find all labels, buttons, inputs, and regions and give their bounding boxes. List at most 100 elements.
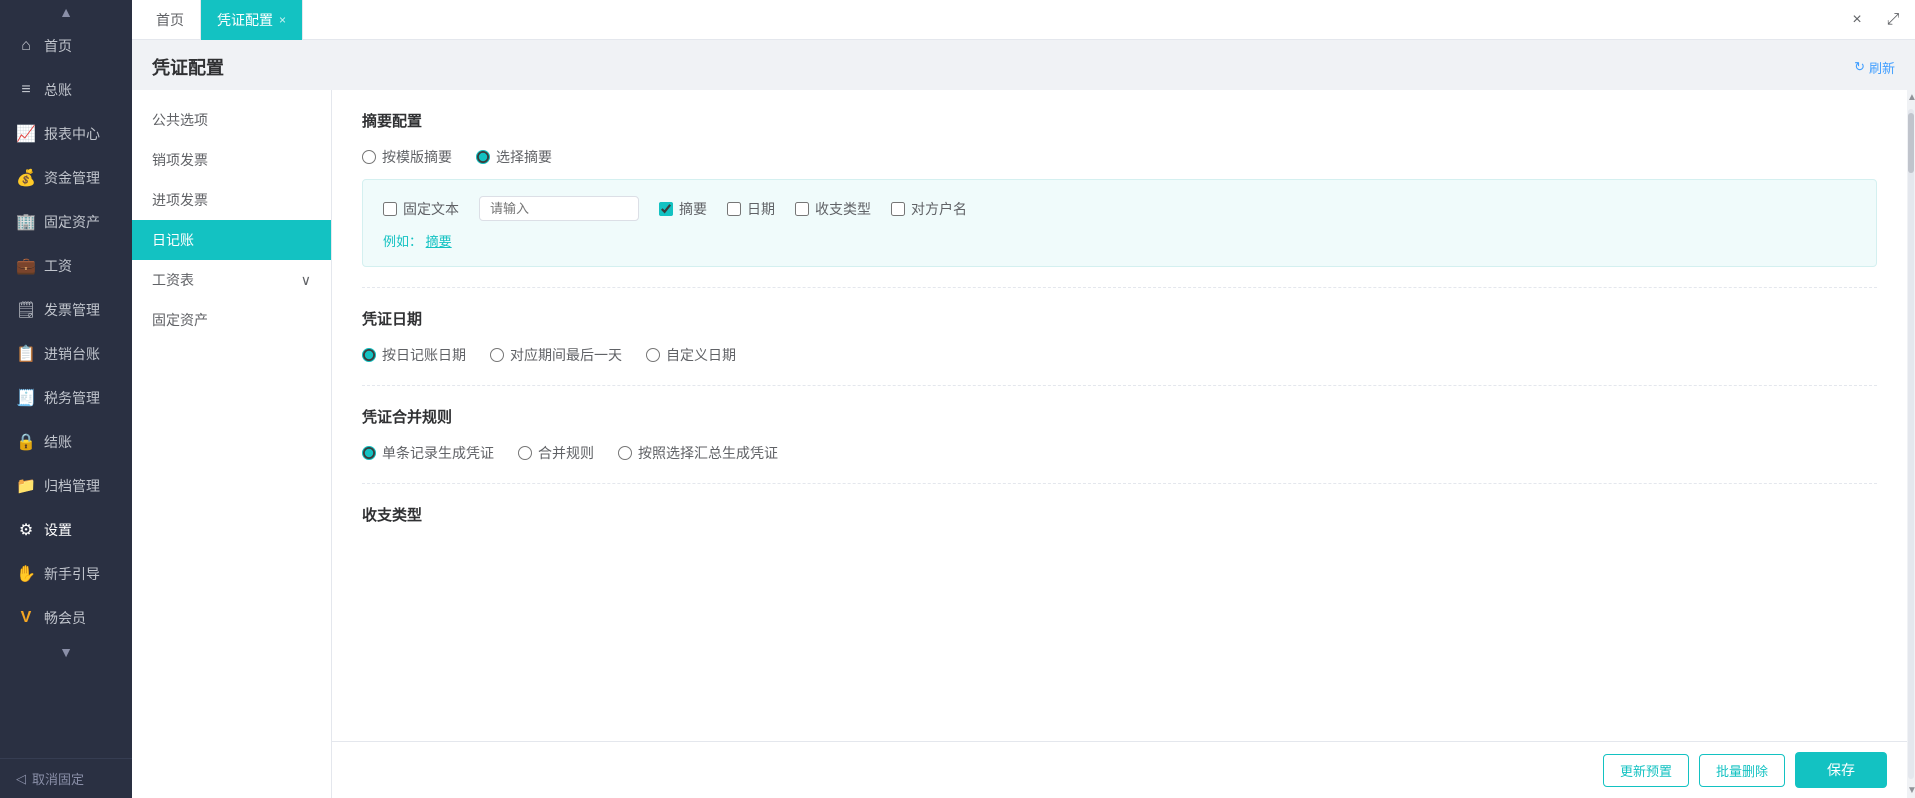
left-nav-purchase-inv[interactable]: 进项发票 [132, 180, 331, 220]
sidebar-item-purchase[interactable]: 📋 进销台账 [0, 332, 132, 376]
radio-select-merge-input[interactable] [618, 446, 632, 460]
radio-diary-date-input[interactable] [362, 348, 376, 362]
left-nav-public[interactable]: 公共选项 [132, 100, 331, 140]
summary-checkbox[interactable] [659, 202, 673, 216]
left-nav-sales[interactable]: 销项发票 [132, 140, 331, 180]
tab-voucher-config[interactable]: 凭证配置 × [201, 0, 303, 40]
example-prefix: 例如： [383, 234, 422, 249]
merge-radio-merge[interactable]: 合并规则 [518, 443, 594, 463]
home-icon: ⌂ [16, 37, 36, 55]
radio-single-label: 单条记录生成凭证 [382, 443, 494, 463]
sidebar-item-tax[interactable]: 🧾 税务管理 [0, 376, 132, 420]
left-nav: 公共选项 销项发票 进项发票 日记账 工资表 ∨ 固定资产 [132, 90, 332, 798]
vip-icon: V [16, 609, 36, 627]
summary-config-title: 摘要配置 [362, 110, 1877, 131]
sidebar-item-label: 归档管理 [44, 476, 100, 496]
merge-radio-single[interactable]: 单条记录生成凭证 [362, 443, 494, 463]
voucher-date-radio-diary[interactable]: 按日记账日期 [362, 345, 466, 365]
summary-checkbox-label: 摘要 [679, 199, 707, 219]
summary-radio-select[interactable]: 选择摘要 [476, 147, 552, 167]
assets-icon: 🏢 [16, 212, 36, 232]
sidebar-item-guide[interactable]: ✋ 新手引导 [0, 552, 132, 596]
sidebar-item-label: 固定资产 [44, 212, 100, 232]
fixed-text-input[interactable] [479, 196, 639, 221]
sidebar-item-assets[interactable]: 🏢 固定资产 [0, 200, 132, 244]
radio-single-input[interactable] [362, 446, 376, 460]
refresh-button[interactable]: ↻ 刷新 [1854, 58, 1895, 77]
voucher-date-radio-custom[interactable]: 自定义日期 [646, 345, 736, 365]
left-nav-salary-table[interactable]: 工资表 ∨ [132, 260, 331, 300]
sidebar-item-label: 报表中心 [44, 124, 100, 144]
counterparty-checkbox-label: 对方户名 [911, 199, 967, 219]
radio-template-input[interactable] [362, 150, 376, 164]
sidebar-item-salary[interactable]: 💼 工资 [0, 244, 132, 288]
refresh-label: 刷新 [1869, 58, 1895, 77]
merge-radio-select-merge[interactable]: 按照选择汇总生成凭证 [618, 443, 778, 463]
voucher-date-section: 凭证日期 按日记账日期 对应期间最后一天 自定义日期 [362, 308, 1877, 386]
tab-voucher-label: 凭证配置 [217, 0, 273, 40]
sidebar-item-settings[interactable]: ⚙ 设置 [0, 508, 132, 552]
invoice-icon: 🗒 [16, 300, 36, 320]
checkbox-fixed-text[interactable]: 固定文本 [383, 199, 459, 219]
left-nav-purchase-label: 进项发票 [152, 190, 208, 210]
tab-home[interactable]: 首页 [140, 0, 201, 40]
voucher-date-radio-period[interactable]: 对应期间最后一天 [490, 345, 622, 365]
checkbox-counterparty[interactable]: 对方户名 [891, 199, 967, 219]
summary-radio-template[interactable]: 按模版摘要 [362, 147, 452, 167]
income-type-section: 收支类型 [362, 504, 1877, 601]
date-checkbox-label: 日期 [747, 199, 775, 219]
update-preview-button[interactable]: 更新预置 [1603, 754, 1689, 787]
sidebar-item-invoice[interactable]: 🗒 发票管理 [0, 288, 132, 332]
left-nav-fixed-assets[interactable]: 固定资产 [132, 300, 331, 340]
left-nav-public-label: 公共选项 [152, 110, 208, 130]
scroll-down-button[interactable]: ▼ [1907, 783, 1915, 798]
sidebar-scroll-down[interactable]: ▼ [0, 640, 132, 664]
merge-rules-title: 凭证合并规则 [362, 406, 1877, 427]
bottom-action-bar: 更新预置 批量删除 保存 [332, 741, 1907, 798]
sidebar-bottom-label: 取消固定 [32, 769, 84, 788]
sidebar-item-close[interactable]: 🔒 结账 [0, 420, 132, 464]
sidebar-item-home[interactable]: ⌂ 首页 [0, 24, 132, 68]
radio-custom-date-input[interactable] [646, 348, 660, 362]
left-nav-diary[interactable]: 日记账 [132, 220, 331, 260]
tax-icon: 🧾 [16, 388, 36, 408]
sidebar: ▲ ⌂ 首页 ≡ 总账 📈 报表中心 💰 资金管理 🏢 固定资产 💼 工资 🗒 … [0, 0, 132, 798]
fixed-text-label: 固定文本 [403, 199, 459, 219]
guide-icon: ✋ [16, 564, 36, 584]
main-area: 首页 凭证配置 × × ⤢ 凭证配置 ↻ 刷新 公共选项 销项发票 进 [132, 0, 1915, 798]
sidebar-scroll-up[interactable]: ▲ [0, 0, 132, 24]
left-nav-assets-label: 固定资产 [152, 310, 208, 330]
radio-template-label: 按模版摘要 [382, 147, 452, 167]
right-content: 摘要配置 按模版摘要 选择摘要 [332, 90, 1907, 798]
date-checkbox[interactable] [727, 202, 741, 216]
sidebar-item-report[interactable]: 📈 报表中心 [0, 112, 132, 156]
radio-select-input[interactable] [476, 150, 490, 164]
sidebar-unpin[interactable]: ◁ 取消固定 [0, 758, 132, 798]
income-type-checkbox[interactable] [795, 202, 809, 216]
sidebar-item-vip[interactable]: V 畅会员 [0, 596, 132, 640]
example-value[interactable]: 摘要 [426, 234, 452, 249]
counterparty-checkbox[interactable] [891, 202, 905, 216]
sidebar-item-capital[interactable]: 💰 资金管理 [0, 156, 132, 200]
tab-window-expand-button[interactable]: ⤢ [1879, 6, 1907, 34]
batch-delete-button[interactable]: 批量删除 [1699, 754, 1785, 787]
chevron-down-icon: ∨ [301, 272, 311, 289]
save-button[interactable]: 保存 [1795, 752, 1887, 788]
radio-merge-label: 合并规则 [538, 443, 594, 463]
checkbox-summary[interactable]: 摘要 [659, 199, 707, 219]
checkbox-date[interactable]: 日期 [727, 199, 775, 219]
radio-period-last-input[interactable] [490, 348, 504, 362]
checkbox-income-type[interactable]: 收支类型 [795, 199, 871, 219]
left-nav-sales-label: 销项发票 [152, 150, 208, 170]
fixed-text-checkbox[interactable] [383, 202, 397, 216]
sidebar-item-archive[interactable]: 📁 归档管理 [0, 464, 132, 508]
tab-bar: 首页 凭证配置 × × ⤢ [132, 0, 1915, 40]
radio-diary-date-label: 按日记账日期 [382, 345, 466, 365]
sidebar-item-ledger[interactable]: ≡ 总账 [0, 68, 132, 112]
scroll-up-button[interactable]: ▲ [1907, 90, 1915, 105]
report-icon: 📈 [16, 124, 36, 144]
sidebar-item-label: 税务管理 [44, 388, 100, 408]
tab-window-close-button[interactable]: × [1843, 6, 1871, 34]
radio-merge-input[interactable] [518, 446, 532, 460]
tab-close-icon[interactable]: × [279, 0, 286, 40]
